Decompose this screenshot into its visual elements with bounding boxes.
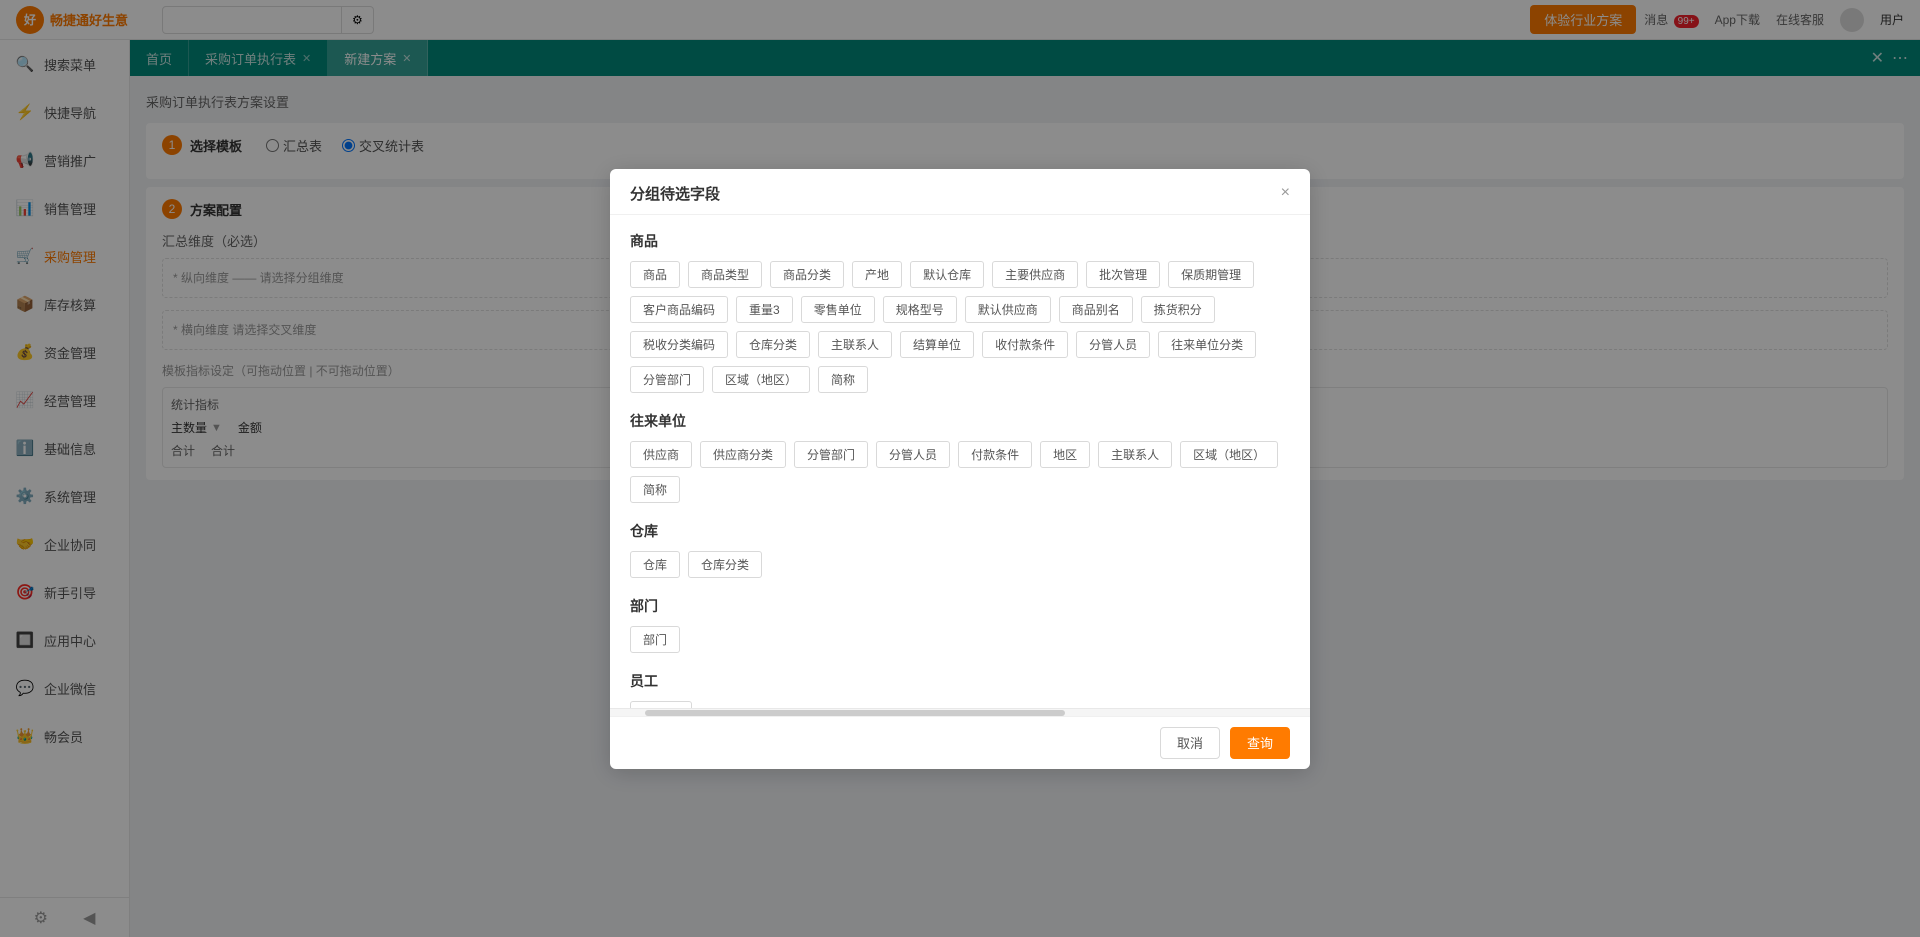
field-select-modal: 分组待选字段 × 商品商品商品类型商品分类产地默认仓库主要供应商批次管理保质期管… [610, 169, 1310, 769]
field-tag-1-6[interactable]: 主联系人 [1098, 441, 1172, 468]
cancel-btn[interactable]: 取消 [1160, 727, 1220, 759]
field-tag-0-16[interactable]: 仓库分类 [736, 331, 810, 358]
modal-body: 商品商品商品类型商品分类产地默认仓库主要供应商批次管理保质期管理客户商品编码重量… [610, 215, 1310, 708]
field-tag-0-6[interactable]: 批次管理 [1086, 261, 1160, 288]
field-section-title-3: 部门 [630, 596, 1290, 616]
field-tag-1-1[interactable]: 供应商分类 [700, 441, 786, 468]
field-tag-0-0[interactable]: 商品 [630, 261, 680, 288]
field-section-title-2: 仓库 [630, 521, 1290, 541]
field-tag-0-20[interactable]: 分管人员 [1076, 331, 1150, 358]
field-tag-0-22[interactable]: 分管部门 [630, 366, 704, 393]
field-tag-0-19[interactable]: 收付款条件 [982, 331, 1068, 358]
field-tags-3: 部门 [630, 626, 1290, 653]
field-section-title-1: 往来单位 [630, 411, 1290, 431]
modal-close-btn[interactable]: × [1281, 185, 1290, 201]
field-tag-0-17[interactable]: 主联系人 [818, 331, 892, 358]
field-tags-2: 仓库仓库分类 [630, 551, 1290, 578]
field-tag-1-0[interactable]: 供应商 [630, 441, 692, 468]
field-section-title-0: 商品 [630, 231, 1290, 251]
field-tag-0-15[interactable]: 税收分类编码 [630, 331, 728, 358]
field-tag-0-5[interactable]: 主要供应商 [992, 261, 1078, 288]
field-tags-0: 商品商品类型商品分类产地默认仓库主要供应商批次管理保质期管理客户商品编码重量3 零… [630, 261, 1290, 393]
field-section-2: 仓库仓库仓库分类 [630, 521, 1290, 578]
field-tag-1-4[interactable]: 付款条件 [958, 441, 1032, 468]
field-tag-1-3[interactable]: 分管人员 [876, 441, 950, 468]
field-tag-1-2[interactable]: 分管部门 [794, 441, 868, 468]
field-tag-0-10[interactable]: 零售单位 [801, 296, 875, 323]
field-tag-0-23[interactable]: 区域（地区） [712, 366, 810, 393]
modal-overlay[interactable]: 分组待选字段 × 商品商品商品类型商品分类产地默认仓库主要供应商批次管理保质期管… [0, 0, 1920, 937]
field-tag-0-7[interactable]: 保质期管理 [1168, 261, 1254, 288]
field-tag-0-4[interactable]: 默认仓库 [910, 261, 984, 288]
field-tag-0-9[interactable]: 重量3 [736, 296, 793, 323]
modal-horizontal-scroll[interactable] [610, 708, 1310, 716]
field-tag-0-24[interactable]: 简称 [818, 366, 868, 393]
field-section-title-4: 员工 [630, 671, 1290, 691]
field-tags-4: 业务员 [630, 701, 1290, 708]
modal-footer: 取消 查询 [610, 716, 1310, 769]
modal-hscroll-thumb [645, 710, 1065, 716]
field-tag-0-1[interactable]: 商品类型 [688, 261, 762, 288]
field-tag-3-0[interactable]: 部门 [630, 626, 680, 653]
field-tag-0-3[interactable]: 产地 [852, 261, 902, 288]
modal-header: 分组待选字段 × [610, 169, 1310, 215]
field-tags-1: 供应商供应商分类分管部门分管人员付款条件地区主联系人区域（地区） 简称 [630, 441, 1290, 503]
field-tag-0-12[interactable]: 默认供应商 [965, 296, 1051, 323]
field-tag-0-8[interactable]: 客户商品编码 [630, 296, 728, 323]
field-tag-1-8[interactable]: 简称 [630, 476, 680, 503]
field-tag-0-13[interactable]: 商品别名 [1059, 296, 1133, 323]
field-tag-0-11[interactable]: 规格型号 [883, 296, 957, 323]
field-tag-0-18[interactable]: 结算单位 [900, 331, 974, 358]
field-tag-4-0[interactable]: 业务员 [630, 701, 692, 708]
field-section-1: 往来单位供应商供应商分类分管部门分管人员付款条件地区主联系人区域（地区） 简称 [630, 411, 1290, 503]
field-tag-0-2[interactable]: 商品分类 [770, 261, 844, 288]
field-tag-0-14[interactable]: 拣货积分 [1141, 296, 1215, 323]
field-section-0: 商品商品商品类型商品分类产地默认仓库主要供应商批次管理保质期管理客户商品编码重量… [630, 231, 1290, 393]
confirm-btn[interactable]: 查询 [1230, 727, 1290, 759]
field-tag-2-0[interactable]: 仓库 [630, 551, 680, 578]
field-section-3: 部门部门 [630, 596, 1290, 653]
field-tag-2-1[interactable]: 仓库分类 [688, 551, 762, 578]
field-tag-0-21[interactable]: 往来单位分类 [1158, 331, 1256, 358]
modal-title: 分组待选字段 [630, 183, 720, 204]
field-tag-1-7[interactable]: 区域（地区） [1180, 441, 1278, 468]
field-tag-1-5[interactable]: 地区 [1040, 441, 1090, 468]
field-section-4: 员工业务员 [630, 671, 1290, 708]
